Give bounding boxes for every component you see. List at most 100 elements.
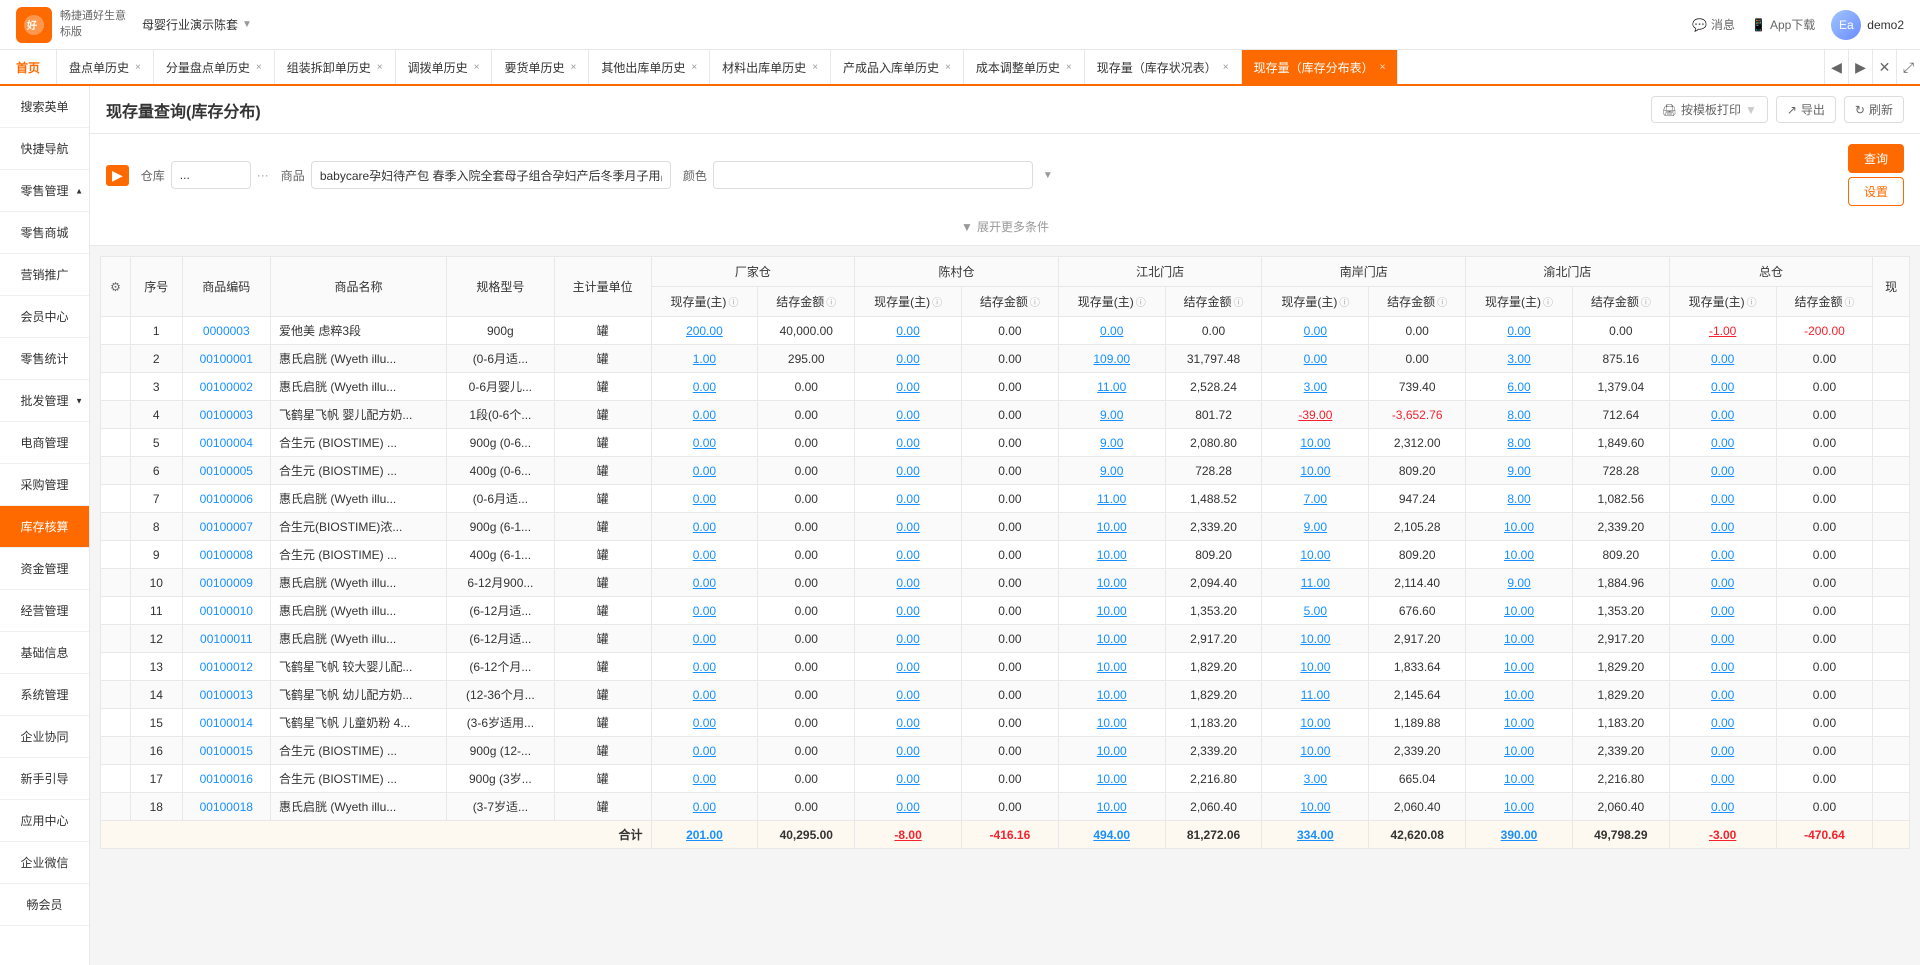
row-nanan-stock[interactable]: 9.00 <box>1262 513 1369 541</box>
tab-8[interactable]: 成本调整单历史× <box>964 50 1085 85</box>
sidebar-item-inventory[interactable]: 库存核算 <box>0 506 89 548</box>
row-factory-stock[interactable]: 0.00 <box>651 429 758 457</box>
row-total-stock[interactable]: 0.00 <box>1669 653 1776 681</box>
row-yubei-stock[interactable]: 10.00 <box>1466 625 1573 653</box>
row-nanan-stock[interactable]: 10.00 <box>1262 709 1369 737</box>
row-yubei-stock[interactable]: 10.00 <box>1466 681 1573 709</box>
user-name[interactable]: demo2 <box>1867 18 1904 32</box>
row-factory-stock[interactable]: 0.00 <box>651 541 758 569</box>
row-factory-stock[interactable]: 0.00 <box>651 625 758 653</box>
row-total-stock[interactable]: 0.00 <box>1669 429 1776 457</box>
row-yubei-stock[interactable]: 10.00 <box>1466 709 1573 737</box>
row-jiangbei-stock[interactable]: 10.00 <box>1058 625 1165 653</box>
row-total-stock[interactable]: 0.00 <box>1669 401 1776 429</box>
row-factory-stock[interactable]: 0.00 <box>651 513 758 541</box>
tab-10[interactable]: 现存量（库存分布表）× <box>1242 50 1399 85</box>
row-chenlin-stock[interactable]: 0.00 <box>855 793 962 821</box>
row-total-stock[interactable]: 0.00 <box>1669 765 1776 793</box>
row-settings[interactable] <box>101 345 131 373</box>
print-btn[interactable]: 🖨 按模板打印 ▼ <box>1651 96 1768 123</box>
row-settings[interactable] <box>101 597 131 625</box>
row-yubei-stock[interactable]: 10.00 <box>1466 737 1573 765</box>
row-nanan-stock[interactable]: 10.00 <box>1262 625 1369 653</box>
row-settings[interactable] <box>101 569 131 597</box>
row-jiangbei-stock[interactable]: 11.00 <box>1058 373 1165 401</box>
row-chenlin-stock[interactable]: 0.00 <box>855 569 962 597</box>
row-jiangbei-stock[interactable]: 10.00 <box>1058 569 1165 597</box>
row-chenlin-stock[interactable]: 0.00 <box>855 541 962 569</box>
row-nanan-stock[interactable]: 3.00 <box>1262 373 1369 401</box>
row-factory-stock[interactable]: 1.00 <box>651 345 758 373</box>
row-settings[interactable] <box>101 317 131 345</box>
sidebar-item-ecommerce[interactable]: 电商管理 <box>0 422 89 464</box>
row-factory-stock[interactable]: 0.00 <box>651 793 758 821</box>
info-icon[interactable]: ⓘ <box>1234 294 1244 309</box>
nav-prev-btn[interactable]: ◀ <box>1824 50 1848 85</box>
sidebar-item-system[interactable]: 系统管理 <box>0 674 89 716</box>
row-factory-stock[interactable]: 0.00 <box>651 485 758 513</box>
warehouse-input[interactable] <box>171 161 251 189</box>
row-factory-stock[interactable]: 0.00 <box>651 373 758 401</box>
row-factory-stock[interactable]: 0.00 <box>651 597 758 625</box>
info-icon[interactable]: ⓘ <box>1339 294 1349 309</box>
row-settings[interactable] <box>101 457 131 485</box>
summary-chenlin-stock[interactable]: -8.00 <box>855 821 962 849</box>
row-settings[interactable] <box>101 625 131 653</box>
row-chenlin-stock[interactable]: 0.00 <box>855 485 962 513</box>
close-icon[interactable]: × <box>1066 62 1072 73</box>
sidebar-item-retail-mgmt[interactable]: 零售管理 <box>0 170 89 212</box>
summary-yubei-stock[interactable]: 390.00 <box>1466 821 1573 849</box>
close-icon[interactable]: × <box>135 62 141 73</box>
row-chenlin-stock[interactable]: 0.00 <box>855 513 962 541</box>
warehouse-ellipsis[interactable]: ··· <box>257 168 269 182</box>
row-jiangbei-stock[interactable]: 11.00 <box>1058 485 1165 513</box>
row-factory-stock[interactable]: 0.00 <box>651 457 758 485</box>
row-nanan-stock[interactable]: 3.00 <box>1262 765 1369 793</box>
row-yubei-stock[interactable]: 9.00 <box>1466 457 1573 485</box>
row-jiangbei-stock[interactable]: 10.00 <box>1058 737 1165 765</box>
info-icon[interactable]: ⓘ <box>1437 294 1447 309</box>
row-jiangbei-stock[interactable]: 10.00 <box>1058 513 1165 541</box>
row-total-stock[interactable]: 0.00 <box>1669 345 1776 373</box>
row-yubei-stock[interactable]: 10.00 <box>1466 513 1573 541</box>
tab-6[interactable]: 材料出库单历史× <box>710 50 831 85</box>
row-yubei-stock[interactable]: 10.00 <box>1466 597 1573 625</box>
row-nanan-stock[interactable]: 10.00 <box>1262 737 1369 765</box>
row-factory-stock[interactable]: 0.00 <box>651 681 758 709</box>
summary-jiangbei-stock[interactable]: 494.00 <box>1058 821 1165 849</box>
row-chenlin-stock[interactable]: 0.00 <box>855 597 962 625</box>
row-nanan-stock[interactable]: 10.00 <box>1262 653 1369 681</box>
row-settings[interactable] <box>101 429 131 457</box>
sidebar-item-app-center[interactable]: 应用中心 <box>0 800 89 842</box>
tab-3[interactable]: 调拨单历史× <box>396 50 493 85</box>
row-nanan-stock[interactable]: 10.00 <box>1262 793 1369 821</box>
tab-home[interactable]: 首页 <box>0 50 57 85</box>
row-nanan-stock[interactable]: 5.00 <box>1262 597 1369 625</box>
row-jiangbei-stock[interactable]: 10.00 <box>1058 793 1165 821</box>
row-chenlin-stock[interactable]: 0.00 <box>855 765 962 793</box>
tab-0[interactable]: 盘点单历史× <box>57 50 154 85</box>
row-chenlin-stock[interactable]: 0.00 <box>855 625 962 653</box>
row-total-stock[interactable]: 0.00 <box>1669 625 1776 653</box>
row-total-stock[interactable]: 0.00 <box>1669 793 1776 821</box>
row-nanan-stock[interactable]: -39.00 <box>1262 401 1369 429</box>
color-input[interactable] <box>713 161 1033 189</box>
row-nanan-stock[interactable]: 10.00 <box>1262 429 1369 457</box>
nav-next-btn[interactable]: ▶ <box>1848 50 1872 85</box>
row-chenlin-stock[interactable]: 0.00 <box>855 401 962 429</box>
refresh-btn[interactable]: ↻ 刷新 <box>1844 96 1904 123</box>
row-total-stock[interactable]: 0.00 <box>1669 737 1776 765</box>
row-jiangbei-stock[interactable]: 10.00 <box>1058 709 1165 737</box>
row-total-stock[interactable]: 0.00 <box>1669 681 1776 709</box>
row-chenlin-stock[interactable]: 0.00 <box>855 429 962 457</box>
sidebar-item-marketing[interactable]: 营销推广 <box>0 254 89 296</box>
tab-1[interactable]: 分量盘点单历史× <box>154 50 275 85</box>
sidebar-item-member[interactable]: 会员中心 <box>0 296 89 338</box>
row-settings[interactable] <box>101 485 131 513</box>
row-chenlin-stock[interactable]: 0.00 <box>855 345 962 373</box>
row-settings[interactable] <box>101 793 131 821</box>
sidebar-item-finance[interactable]: 资金管理 <box>0 548 89 590</box>
row-settings[interactable] <box>101 737 131 765</box>
row-jiangbei-stock[interactable]: 9.00 <box>1058 401 1165 429</box>
tab-4[interactable]: 要货单历史× <box>492 50 589 85</box>
